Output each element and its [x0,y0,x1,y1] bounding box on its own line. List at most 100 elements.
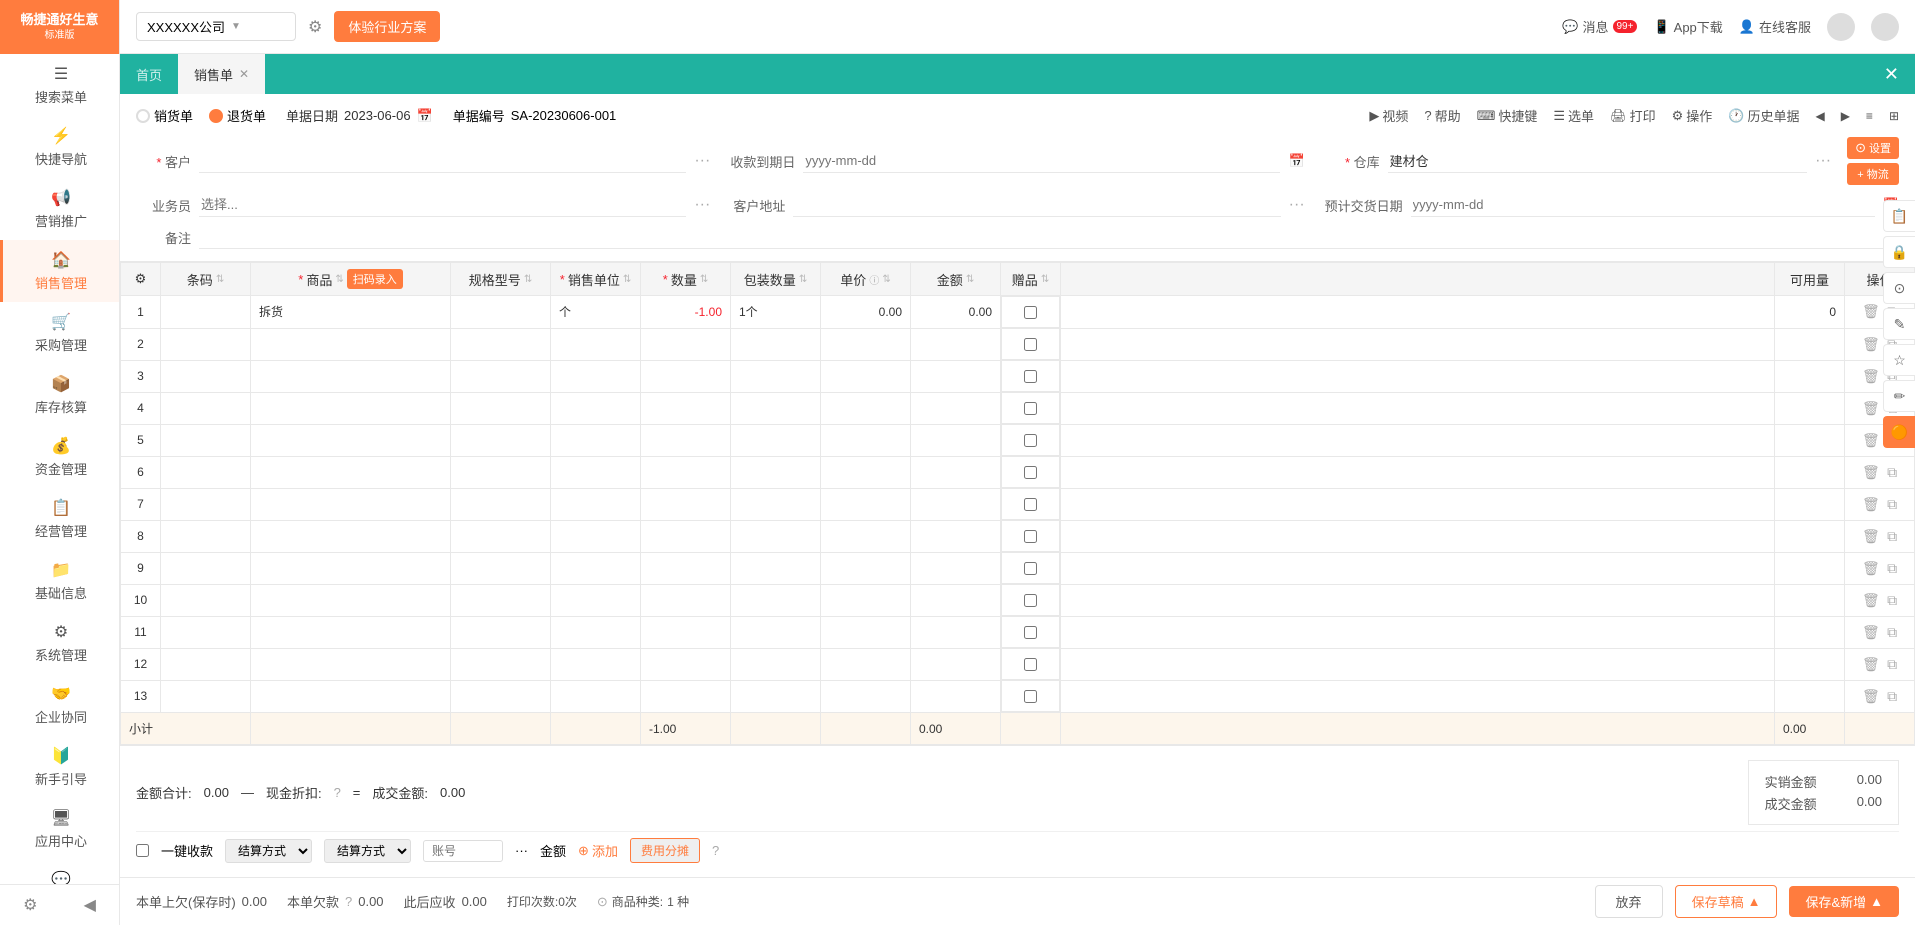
row-amount[interactable] [911,648,1001,680]
row-unit-price[interactable] [821,328,911,360]
sidebar-item-marketing[interactable]: 📢 营销推广 [0,178,119,240]
row-spec[interactable] [451,360,551,392]
row-remark[interactable] [1061,584,1775,616]
save-new-btn[interactable]: 保存&新增 ▲ [1789,886,1899,917]
row-gift[interactable] [1001,456,1060,488]
sidebar-item-sales[interactable]: 🏠 销售管理 [0,240,119,302]
row-gift[interactable] [1001,328,1060,360]
row-product[interactable] [251,552,451,584]
row-remark[interactable] [1061,296,1775,329]
row-quantity[interactable] [641,552,731,584]
settle-method-select[interactable]: 结算方式 [225,839,312,863]
customer-input[interactable] [199,149,686,173]
video-btn[interactable]: ▶ 视频 [1369,106,1408,125]
row-pkg-qty[interactable] [731,424,821,456]
expense-split-btn[interactable]: 费用分摊 [630,838,700,863]
row-remark[interactable] [1061,552,1775,584]
row-unit-price[interactable] [821,488,911,520]
row-unit-price[interactable] [821,552,911,584]
row-pkg-qty[interactable] [731,616,821,648]
tab-sales-order[interactable]: 销售单 ✕ [178,54,265,94]
row-unit-price[interactable] [821,616,911,648]
total-owe-help[interactable]: ? [345,894,352,909]
app-download-btn[interactable]: 📱 App下载 [1653,17,1722,36]
row-unit[interactable]: 个 [551,296,641,329]
account-input[interactable] [423,840,503,862]
row-product[interactable] [251,328,451,360]
row-product[interactable] [251,520,451,552]
delete-icon[interactable]: 🗑 [1862,368,1880,384]
add-btn[interactable]: ⊕ 添加 [578,841,618,860]
col-settings-icon[interactable]: ⚙ [135,271,147,286]
print-btn[interactable]: 🖨 打印 [1610,106,1656,125]
list-view-btn[interactable]: ≡ [1866,109,1873,123]
delete-icon[interactable]: 🗑 [1862,560,1880,576]
row-spec[interactable] [451,616,551,648]
row-unit[interactable] [551,392,641,424]
row-barcode[interactable] [161,648,251,680]
row-quantity[interactable] [641,488,731,520]
sidebar-item-search[interactable]: ☰ 搜索菜单 [0,54,119,116]
copy-icon[interactable]: ⧉ [1887,592,1897,608]
row-remark[interactable] [1061,520,1775,552]
float-btn-5[interactable]: ☆ [1883,344,1915,376]
row-barcode[interactable] [161,424,251,456]
row-unit-price[interactable] [821,520,911,552]
row-pkg-qty[interactable] [731,488,821,520]
float-btn-4[interactable]: ✎ [1883,308,1915,340]
row-gift[interactable] [1001,488,1060,520]
copy-icon[interactable]: ⧉ [1887,528,1897,544]
row-product[interactable] [251,424,451,456]
delete-icon[interactable]: 🗑 [1862,400,1880,416]
delete-icon[interactable]: 🗑 [1862,464,1880,480]
row-quantity[interactable] [641,584,731,616]
company-selector[interactable]: XXXXXX公司 ▼ [136,12,296,41]
row-pkg-qty[interactable] [731,680,821,713]
salesperson-input[interactable] [199,193,686,217]
salesperson-more-btn[interactable]: ··· [694,196,710,214]
delete-icon[interactable]: 🗑 [1862,496,1880,512]
row-product[interactable] [251,392,451,424]
tab-close-btn[interactable]: ✕ [239,67,249,81]
copy-icon[interactable]: ⧉ [1887,688,1897,704]
sidebar-item-purchase[interactable]: 🛒 采购管理 [0,302,119,364]
row-quantity[interactable]: -1.00 [641,296,731,329]
row-pkg-qty[interactable] [731,392,821,424]
row-unit[interactable] [551,648,641,680]
row-unit-price[interactable] [821,584,911,616]
row-unit-price[interactable] [821,360,911,392]
row-barcode[interactable] [161,392,251,424]
help-btn[interactable]: ? 帮助 [1424,106,1460,125]
row-unit-price[interactable] [821,680,911,713]
row-barcode[interactable] [161,456,251,488]
row-gift[interactable] [1001,680,1060,712]
cash-discount-help[interactable]: ? [334,785,341,800]
row-amount[interactable] [911,680,1001,713]
copy-icon[interactable]: ⧉ [1887,496,1897,512]
sidebar-settings-btn[interactable]: ⚙ [23,895,37,915]
float-btn-1[interactable]: 📋 [1883,200,1915,232]
save-draft-btn[interactable]: 保存草稿 ▲ [1675,885,1778,918]
row-amount[interactable] [911,392,1001,424]
row-spec[interactable] [451,520,551,552]
row-amount[interactable] [911,456,1001,488]
logistics-btn[interactable]: + 物流 [1847,163,1899,185]
online-service-btn[interactable]: 👤 在线客服 [1739,17,1811,36]
row-remark[interactable] [1061,392,1775,424]
row-barcode[interactable] [161,296,251,329]
row-gift[interactable] [1001,360,1060,392]
row-amount[interactable]: 0.00 [911,296,1001,329]
payment-date-calendar-icon[interactable]: 📅 [1288,153,1304,169]
row-amount[interactable] [911,616,1001,648]
copy-icon[interactable]: ⧉ [1887,560,1897,576]
row-unit-price[interactable] [821,424,911,456]
row-spec[interactable] [451,648,551,680]
select-btn[interactable]: ☰ 选单 [1553,106,1594,125]
row-unit[interactable] [551,488,641,520]
sidebar-item-enterprise[interactable]: 🤝 企业协同 [0,674,119,736]
row-unit[interactable] [551,424,641,456]
row-quantity[interactable] [641,616,731,648]
row-unit[interactable] [551,552,641,584]
row-unit[interactable] [551,328,641,360]
user-avatar[interactable] [1827,13,1855,41]
